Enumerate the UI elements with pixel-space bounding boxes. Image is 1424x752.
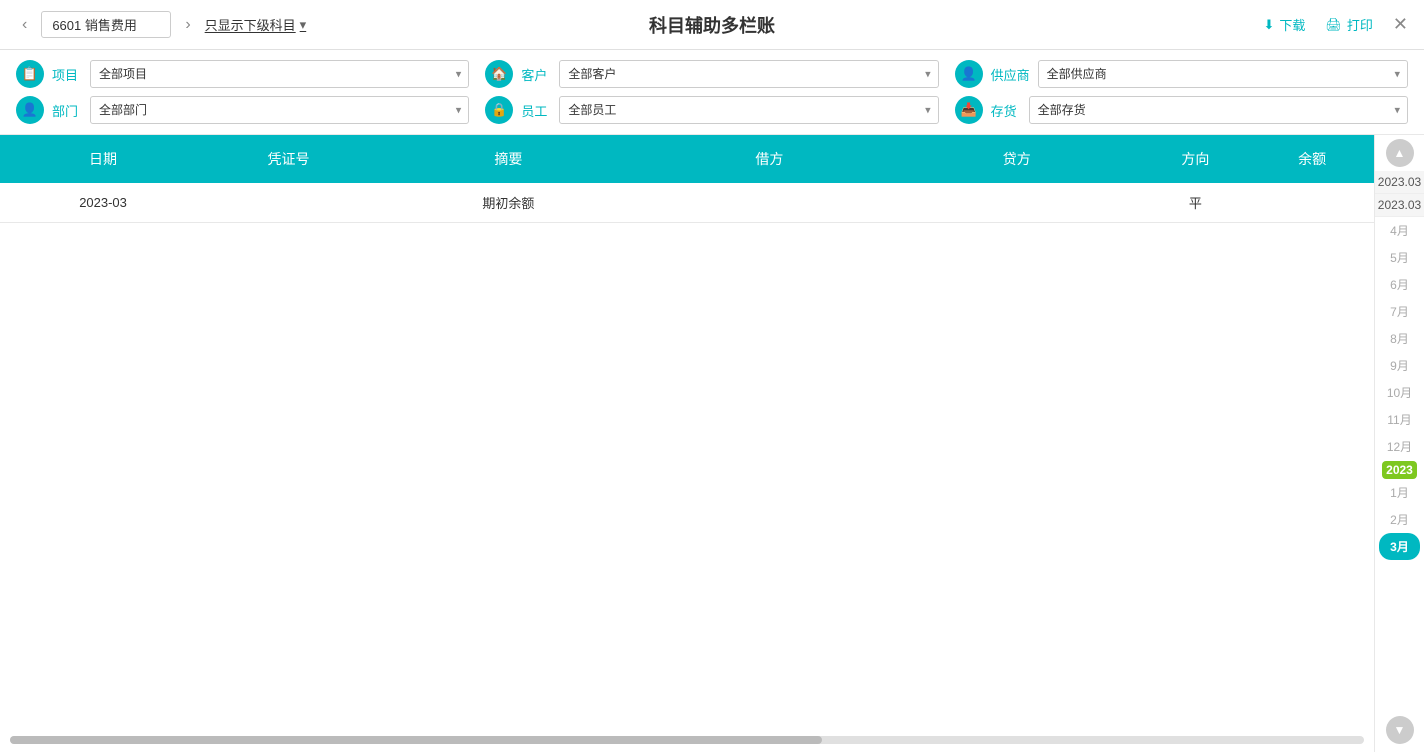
h-scrollbar-thumb[interactable] <box>10 736 822 744</box>
timeline-up-button[interactable]: ▲ <box>1386 139 1414 167</box>
timeline-month-active[interactable]: 3月 <box>1379 533 1420 560</box>
employee-select[interactable]: 全部员工 <box>559 96 938 124</box>
employee-icon: 🔒 <box>485 96 513 124</box>
row-date: 2023-03 <box>0 183 206 223</box>
customer-icon: 🏠 <box>485 60 513 88</box>
supplier-select-wrapper[interactable]: 全部供应商 <box>1038 60 1408 88</box>
row-direction: 平 <box>1140 183 1250 223</box>
table-container: 日期 凭证号 摘要 借方 贷方 方向 余额 2023-03 期初余额 <box>0 135 1424 752</box>
department-select-wrapper[interactable]: 全部部门 <box>90 96 469 124</box>
timeline-month-11[interactable]: 11月 <box>1375 406 1424 433</box>
timeline-month-2[interactable]: 2月 <box>1375 506 1424 533</box>
show-sub-arrow-icon: ▾ <box>300 17 307 33</box>
page-title: 科目辅助多栏账 <box>649 12 775 38</box>
filter-item-stock: 📥 存货 全部存货 <box>955 96 1408 124</box>
next-account-button[interactable]: › <box>179 14 196 36</box>
timeline-month-1[interactable]: 1月 <box>1375 479 1424 506</box>
col-header-credit: 贷方 <box>893 135 1140 183</box>
timeline-month-8[interactable]: 8月 <box>1375 325 1424 352</box>
col-header-balance: 余额 <box>1250 135 1374 183</box>
main-content: 日期 凭证号 摘要 借方 贷方 方向 余额 2023-03 期初余额 <box>0 135 1424 752</box>
timeline-down-button[interactable]: ▼ <box>1386 716 1414 744</box>
filter-item-customer: 🏠 客户 全部客户 <box>485 60 938 88</box>
title-bar-right: ⬇ 下载 🖨 打印 ✕ <box>1263 14 1408 35</box>
account-code-box: 6601 销售费用 <box>41 11 171 38</box>
project-select[interactable]: 全部项目 <box>90 60 469 88</box>
project-icon: 📋 <box>16 60 44 88</box>
timeline-month-5[interactable]: 5月 <box>1375 244 1424 271</box>
department-icon: 👤 <box>16 96 44 124</box>
timeline-month-9[interactable]: 9月 <box>1375 352 1424 379</box>
timeline-header-item-1[interactable]: 2023.03 <box>1375 171 1424 194</box>
row-credit <box>893 183 1140 223</box>
prev-account-button[interactable]: ‹ <box>16 14 33 36</box>
timeline-year-badge: 2023 <box>1382 461 1417 479</box>
timeline-month-10[interactable]: 10月 <box>1375 379 1424 406</box>
customer-select-wrapper[interactable]: 全部客户 <box>559 60 938 88</box>
filter-item-project: 📋 项目 全部项目 <box>16 60 469 88</box>
close-button[interactable]: ✕ <box>1393 14 1408 35</box>
download-button[interactable]: ⬇ 下载 <box>1263 15 1305 34</box>
department-select[interactable]: 全部部门 <box>90 96 469 124</box>
department-label: 部门 <box>52 101 82 120</box>
row-summary: 期初余额 <box>371 183 646 223</box>
download-icon: ⬇ <box>1263 17 1274 33</box>
download-label: 下载 <box>1279 15 1305 34</box>
supplier-label: 供应商 <box>991 65 1030 84</box>
customer-label: 客户 <box>521 65 551 84</box>
table-header-row: 日期 凭证号 摘要 借方 贷方 方向 余额 <box>0 135 1374 183</box>
col-header-summary: 摘要 <box>371 135 646 183</box>
col-header-date: 日期 <box>0 135 206 183</box>
stock-select[interactable]: 全部存货 <box>1029 96 1408 124</box>
timeline-month-7[interactable]: 7月 <box>1375 298 1424 325</box>
row-balance <box>1250 183 1374 223</box>
employee-select-wrapper[interactable]: 全部员工 <box>559 96 938 124</box>
project-label: 项目 <box>52 65 82 84</box>
project-select-wrapper[interactable]: 全部项目 <box>90 60 469 88</box>
filter-item-employee: 🔒 员工 全部员工 <box>485 96 938 124</box>
row-voucher <box>206 183 371 223</box>
show-sub-label: 只显示下级科目 <box>205 15 296 34</box>
supplier-select[interactable]: 全部供应商 <box>1038 60 1408 88</box>
row-debit <box>646 183 893 223</box>
col-header-debit: 借方 <box>646 135 893 183</box>
timeline-up-icon: ▲ <box>1394 146 1406 160</box>
print-button[interactable]: 🖨 打印 <box>1325 15 1373 34</box>
ledger-table: 日期 凭证号 摘要 借方 贷方 方向 余额 2023-03 期初余额 <box>0 135 1374 223</box>
timeline-down-icon: ▼ <box>1394 723 1406 737</box>
col-header-voucher: 凭证号 <box>206 135 371 183</box>
print-icon: 🖨 <box>1325 17 1342 33</box>
print-label: 打印 <box>1347 15 1373 34</box>
right-timeline: ▲ 2023.03 2023.03 4月 5月 6月 7月 8月 9月 10月 … <box>1374 135 1424 752</box>
filter-bar: 📋 项目 全部项目 🏠 客户 全部客户 👤 供应商 全部供应商 <box>0 50 1424 135</box>
stock-select-wrapper[interactable]: 全部存货 <box>1029 96 1408 124</box>
customer-select[interactable]: 全部客户 <box>559 60 938 88</box>
title-bar: ‹ 6601 销售费用 › 只显示下级科目 ▾ 科目辅助多栏账 ⬇ 下载 🖨 打… <box>0 0 1424 50</box>
filter-item-supplier: 👤 供应商 全部供应商 <box>955 60 1408 88</box>
h-scrollbar-track[interactable] <box>10 736 1364 744</box>
filter-item-department: 👤 部门 全部部门 <box>16 96 469 124</box>
col-header-direction: 方向 <box>1140 135 1250 183</box>
timeline-month-6[interactable]: 6月 <box>1375 271 1424 298</box>
supplier-icon: 👤 <box>955 60 983 88</box>
stock-label: 存货 <box>991 101 1021 120</box>
main-window: ‹ 6601 销售费用 › 只显示下级科目 ▾ 科目辅助多栏账 ⬇ 下载 🖨 打… <box>0 0 1424 752</box>
employee-label: 员工 <box>521 101 551 120</box>
timeline-header-item-2[interactable]: 2023.03 <box>1375 194 1424 217</box>
table-row[interactable]: 2023-03 期初余额 平 <box>0 183 1374 223</box>
show-sub-button[interactable]: 只显示下级科目 ▾ <box>205 15 307 34</box>
title-bar-left: ‹ 6601 销售费用 › 只显示下级科目 ▾ <box>16 11 306 38</box>
stock-icon: 📥 <box>955 96 983 124</box>
timeline-month-12[interactable]: 12月 <box>1375 433 1424 460</box>
timeline-month-4[interactable]: 4月 <box>1375 217 1424 244</box>
